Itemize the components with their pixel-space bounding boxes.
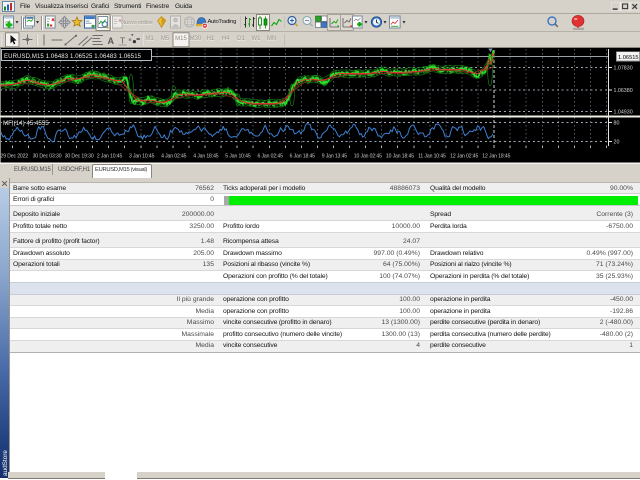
- svg-text:12 Jan 02:45: 12 Jan 02:45: [450, 154, 478, 160]
- svg-text:29 Dec 2022: 29 Dec 2022: [1, 154, 29, 160]
- svg-text:6 Jan 18:45: 6 Jan 18:45: [290, 154, 316, 160]
- svg-text:1.07830: 1.07830: [614, 66, 633, 72]
- svg-text:12 Jan 18:45: 12 Jan 18:45: [482, 154, 510, 160]
- svg-text:9 Jan 13:45: 9 Jan 13:45: [322, 154, 348, 160]
- svg-text:1.04930: 1.04930: [614, 110, 633, 116]
- svg-text:80: 80: [614, 121, 620, 127]
- svg-text:3 Jan 10:45: 3 Jan 10:45: [129, 154, 155, 160]
- svg-text:EURUSD,M15 1.06483 1.06525 1.: EURUSD,M15 1.06483 1.06525 1.06483 1.065…: [4, 54, 142, 60]
- svg-text:A: A: [108, 36, 115, 46]
- svg-text:5 Jan 10:45: 5 Jan 10:45: [225, 154, 251, 160]
- svg-text:T: T: [120, 35, 125, 45]
- svg-text:4 Jan 02:45: 4 Jan 02:45: [161, 154, 187, 160]
- svg-text:30 Dec 19:30: 30 Dec 19:30: [65, 154, 94, 160]
- svg-text:10 Jan 02:45: 10 Jan 02:45: [354, 154, 382, 160]
- svg-text:30 Dec 03:30: 30 Dec 03:30: [33, 154, 62, 160]
- svg-text:1.06380: 1.06380: [614, 88, 633, 94]
- svg-text:20: 20: [614, 140, 620, 146]
- svg-text:2 Jan 10:45: 2 Jan 10:45: [97, 154, 123, 160]
- svg-text:10 Jan 18:45: 10 Jan 18:45: [386, 154, 414, 160]
- svg-text:6 Jan 02:45: 6 Jan 02:45: [258, 154, 284, 160]
- svg-text:1.06515: 1.06515: [618, 55, 639, 61]
- svg-text:11 Jan 10:45: 11 Jan 10:45: [418, 154, 446, 160]
- svg-text:4 Jan 18:45: 4 Jan 18:45: [193, 154, 219, 160]
- svg-text:MFI(14) 45.4555: MFI(14) 45.4555: [3, 120, 49, 127]
